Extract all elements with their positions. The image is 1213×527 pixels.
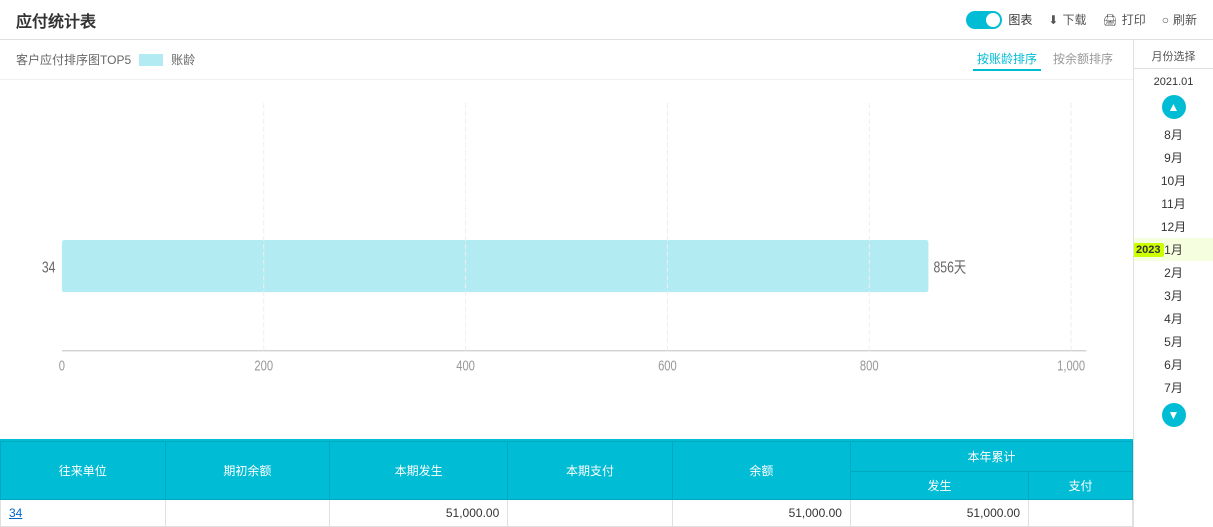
download-icon: ⬇	[1048, 13, 1058, 27]
page-title: 应付统计表	[16, 8, 96, 32]
chart-area: 34 856天 0 200 400 600 800 1,000	[0, 80, 1133, 439]
sort-by-amount-btn[interactable]: 按账龄排序	[973, 48, 1041, 71]
chart-toggle[interactable]	[966, 11, 1002, 29]
svg-text:800: 800	[860, 357, 879, 374]
year-2023-row: 2023 1月	[1134, 238, 1213, 261]
month-6[interactable]: 6月	[1134, 353, 1213, 376]
main-content: 客户应付排序图TOP5 账龄 按账龄排序 按余额排序 34 856天	[0, 40, 1213, 527]
unit-link[interactable]: 34	[9, 506, 22, 520]
svg-text:856天: 856天	[934, 258, 967, 276]
chart-section: 客户应付排序图TOP5 账龄 按账龄排序 按余额排序 34 856天	[0, 40, 1133, 527]
month-12[interactable]: 12月	[1134, 215, 1213, 238]
sidebar-title: 月份选择	[1134, 44, 1213, 69]
legend-box	[139, 54, 163, 66]
year-badge: 2023	[1133, 243, 1164, 257]
cell-current-occur: 51,000.00	[330, 500, 508, 527]
legend-title: 客户应付排序图TOP5	[16, 51, 131, 68]
month-4[interactable]: 4月	[1134, 307, 1213, 330]
cell-opening	[165, 500, 330, 527]
app-header: 应付统计表 图表 ⬇ 下载 🖨 打印 ○ 刷新	[0, 0, 1213, 40]
sort-by-balance-btn[interactable]: 按余额排序	[1049, 48, 1117, 71]
download-label: 下载	[1062, 11, 1086, 28]
svg-text:1,000: 1,000	[1057, 357, 1085, 374]
month-11[interactable]: 11月	[1134, 192, 1213, 215]
data-table: 往来单位 期初余额 本期发生 本期支付 余额 本年累计 发生 支付	[0, 441, 1133, 527]
col-ytd-occur: 发生	[850, 472, 1028, 500]
cell-ytd-pay	[1029, 500, 1133, 527]
cell-ytd-occur: 51,000.00	[850, 500, 1028, 527]
header-actions: 图表 ⬇ 下载 🖨 打印 ○ 刷新	[966, 11, 1197, 29]
month-3[interactable]: 3月	[1134, 284, 1213, 307]
nav-up-arrow[interactable]: ▲	[1162, 95, 1186, 119]
col-current-occur: 本期发生	[330, 442, 508, 500]
table-section: 往来单位 期初余额 本期发生 本期支付 余额 本年累计 发生 支付	[0, 439, 1133, 527]
month-9[interactable]: 9月	[1134, 146, 1213, 169]
svg-text:0: 0	[59, 357, 65, 374]
chart-header: 客户应付排序图TOP5 账龄 按账龄排序 按余额排序	[0, 40, 1133, 80]
month-10[interactable]: 10月	[1134, 169, 1213, 192]
col-ytd-pay: 支付	[1029, 472, 1133, 500]
chart-toggle-container: 图表	[966, 11, 1032, 29]
col-opening: 期初余额	[165, 442, 330, 500]
refresh-icon: ○	[1162, 13, 1169, 27]
refresh-button[interactable]: ○ 刷新	[1162, 11, 1197, 28]
chart-label: 图表	[1008, 11, 1032, 28]
cell-unit: 34	[1, 500, 166, 527]
print-label: 打印	[1122, 11, 1146, 28]
svg-text:34: 34	[42, 258, 56, 276]
refresh-label: 刷新	[1173, 11, 1197, 28]
print-button[interactable]: 🖨 打印	[1102, 11, 1145, 28]
month-2[interactable]: 2月	[1134, 261, 1213, 284]
month-5[interactable]: 5月	[1134, 330, 1213, 353]
cell-current-pay	[508, 500, 673, 527]
col-balance: 余额	[672, 442, 850, 500]
right-sidebar: 月份选择 2021.01 ▲ 8月 9月 10月 11月 12月 2023 1月…	[1133, 40, 1213, 527]
table-header-row: 往来单位 期初余额 本期发生 本期支付 余额 本年累计	[1, 442, 1133, 472]
bar-chart: 34 856天 0 200 400 600 800 1,000	[16, 90, 1117, 429]
table-row: 34 51,000.00 51,000.00 51,000.00	[1, 500, 1133, 527]
col-ytd: 本年累计	[850, 442, 1132, 472]
table-body: 34 51,000.00 51,000.00 51,000.00	[1, 500, 1133, 527]
sidebar-current-year[interactable]: 2021.01	[1134, 73, 1213, 91]
col-unit: 往来单位	[1, 442, 166, 500]
nav-down-arrow[interactable]: ▼	[1162, 403, 1186, 427]
svg-text:200: 200	[254, 357, 273, 374]
table-wrapper: 往来单位 期初余额 本期发生 本期支付 余额 本年累计 发生 支付	[0, 441, 1133, 527]
svg-text:400: 400	[456, 357, 475, 374]
col-current-pay: 本期支付	[508, 442, 673, 500]
print-icon: 🖨	[1102, 13, 1117, 27]
chart-legend: 客户应付排序图TOP5 账龄	[16, 51, 195, 68]
download-button[interactable]: ⬇ 下载	[1048, 11, 1086, 28]
month-7[interactable]: 7月	[1134, 376, 1213, 399]
svg-text:600: 600	[658, 357, 677, 374]
month-8[interactable]: 8月	[1134, 123, 1213, 146]
cell-balance: 51,000.00	[672, 500, 850, 527]
sort-buttons: 按账龄排序 按余额排序	[973, 48, 1117, 71]
legend-box-label: 账龄	[171, 51, 195, 68]
